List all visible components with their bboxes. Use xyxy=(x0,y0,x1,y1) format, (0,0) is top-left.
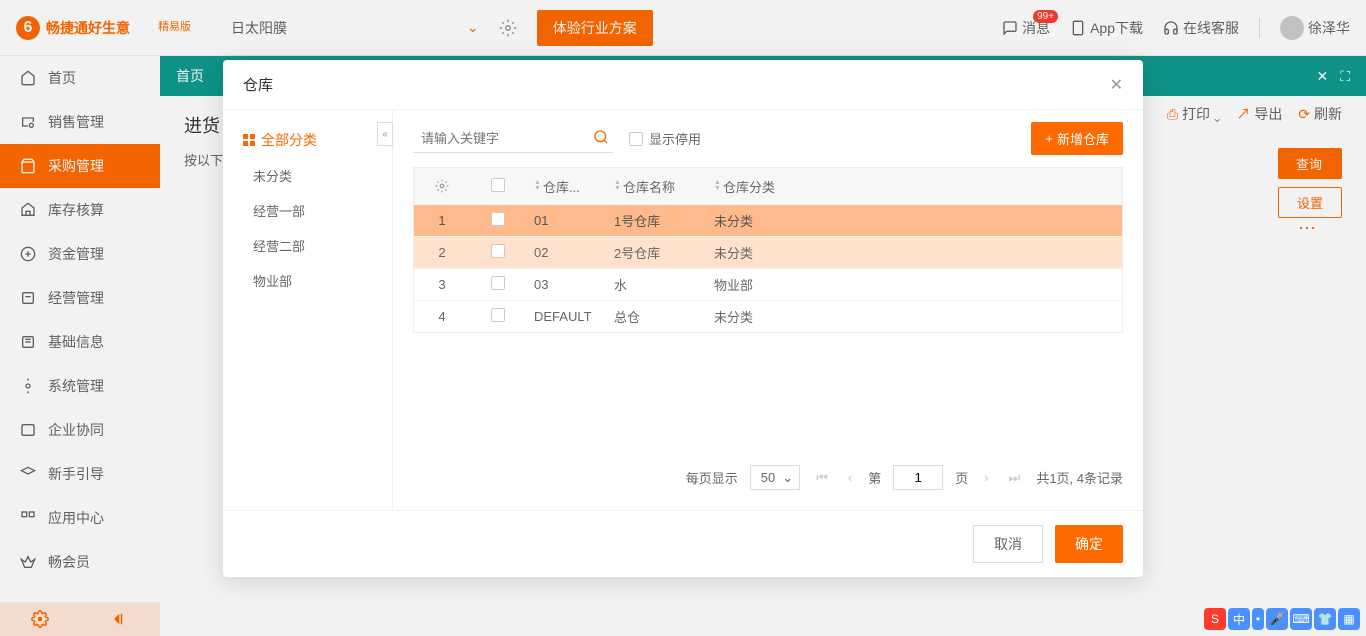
pagination-summary: 共1页, 4条记录 xyxy=(1036,468,1123,487)
category-item[interactable]: 经营一部 xyxy=(223,193,392,228)
add-warehouse-button[interactable]: + 新增仓库 xyxy=(1031,122,1123,155)
per-page-label: 每页显示 xyxy=(686,468,738,487)
next-page-icon[interactable]: › xyxy=(980,470,992,485)
plus-icon: + xyxy=(1045,131,1053,146)
category-item[interactable]: 未分类 xyxy=(223,158,392,193)
category-collapse-icon[interactable]: « xyxy=(377,122,393,146)
ime-punct-icon[interactable]: • xyxy=(1252,608,1264,630)
header-name[interactable]: ▲▼仓库名称 xyxy=(606,177,706,196)
table-row[interactable]: 2 02 2号仓库 未分类 xyxy=(414,236,1122,268)
last-page-icon[interactable]: ⏭ xyxy=(1005,470,1025,486)
ime-lang-icon[interactable]: 中 xyxy=(1228,608,1250,630)
table-row[interactable]: 3 03 水 物业部 xyxy=(414,268,1122,300)
page-suffix: 页 xyxy=(955,468,968,487)
select-all-checkbox[interactable] xyxy=(470,178,526,195)
add-warehouse-label: 新增仓库 xyxy=(1057,129,1109,148)
row-checkbox[interactable] xyxy=(470,276,526,293)
table-row[interactable]: 1 01 1号仓库 未分类 xyxy=(414,204,1122,236)
first-page-icon[interactable]: ⏮ xyxy=(812,470,832,486)
header-code[interactable]: ▲▼仓库... xyxy=(526,177,606,196)
modal-close-icon[interactable]: ✕ xyxy=(1110,75,1123,95)
ime-mic-icon[interactable]: 🎤 xyxy=(1266,608,1288,630)
category-all[interactable]: 全部分类 xyxy=(223,122,392,158)
search-icon[interactable] xyxy=(593,129,609,145)
ime-keyboard-icon[interactable]: ⌨ xyxy=(1290,608,1312,630)
prev-page-icon[interactable]: ‹ xyxy=(844,470,856,485)
show-disabled-label: 显示停用 xyxy=(649,129,701,148)
table-gear-icon[interactable] xyxy=(414,179,470,193)
row-checkbox[interactable] xyxy=(470,308,526,325)
confirm-button[interactable]: 确定 xyxy=(1055,525,1123,563)
category-item[interactable]: 物业部 xyxy=(223,263,392,298)
search-input[interactable] xyxy=(413,125,613,153)
row-checkbox[interactable] xyxy=(470,244,526,261)
ime-toolbar: S 中 • 🎤 ⌨ 👕 ▦ xyxy=(1204,608,1360,630)
page-input[interactable] xyxy=(893,465,943,490)
table-row[interactable]: 4 DEFAULT 总仓 未分类 xyxy=(414,300,1122,332)
category-all-label: 全部分类 xyxy=(261,130,317,150)
row-checkbox[interactable] xyxy=(470,212,526,229)
per-page-select[interactable]: 50 ⌄ xyxy=(750,465,800,490)
header-category[interactable]: ▲▼仓库分类 xyxy=(706,177,1122,196)
ime-skin-icon[interactable]: 👕 xyxy=(1314,608,1336,630)
show-disabled-checkbox[interactable]: 显示停用 xyxy=(629,129,701,148)
category-item[interactable]: 经营二部 xyxy=(223,228,392,263)
cancel-button[interactable]: 取消 xyxy=(973,525,1043,563)
modal-title: 仓库 xyxy=(243,74,273,95)
page-prefix: 第 xyxy=(868,468,881,487)
ime-sogou-icon[interactable]: S xyxy=(1204,608,1226,630)
ime-grid-icon[interactable]: ▦ xyxy=(1338,608,1360,630)
grid-icon xyxy=(243,134,255,146)
